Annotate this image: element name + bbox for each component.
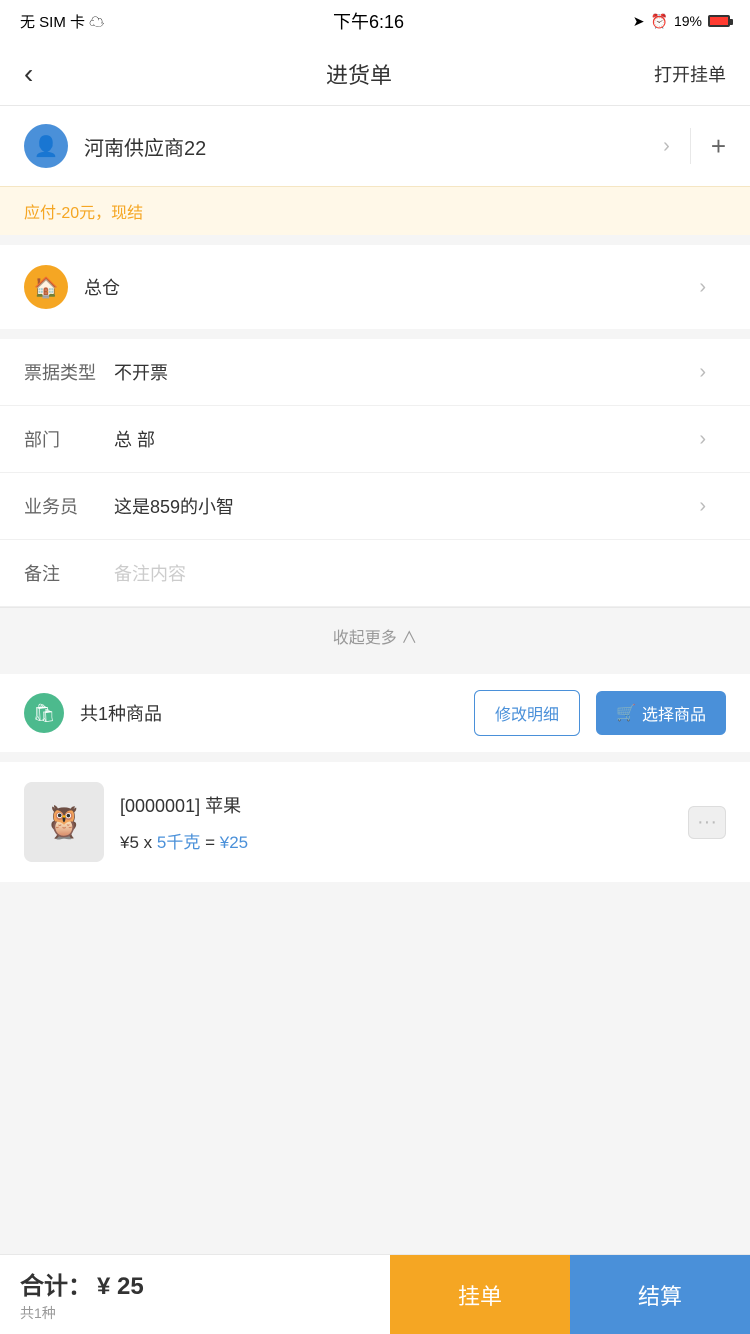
battery-icon (708, 15, 730, 27)
nav-bar: ‹ 进货单 打开挂单 (0, 42, 750, 106)
product-equals: = (205, 833, 220, 852)
status-right: ➤ ⏰ 19% (633, 13, 730, 30)
product-thumbnail: 🦉 (24, 782, 104, 862)
warehouse-name: 总仓 (84, 274, 699, 300)
bottom-spacer (0, 892, 750, 982)
warehouse-section: 🏠 总仓 › (0, 245, 750, 329)
edit-details-button[interactable]: 修改明细 (474, 690, 580, 736)
supplier-divider (690, 128, 691, 164)
salesperson-chevron-icon: › (699, 495, 706, 518)
sim-status: 无 SIM 卡 ☁ (20, 11, 104, 32)
warehouse-icon: 🏠 (24, 265, 68, 309)
add-icon[interactable]: + (711, 131, 726, 162)
battery-label: 19% (674, 13, 702, 29)
product-quantity: 5千克 (157, 833, 200, 852)
product-info: [0000001] 苹果 ¥5 x 5千克 = ¥25 (120, 792, 672, 853)
product-price: ¥5 x 5千克 = ¥25 (120, 828, 672, 853)
department-value: 总 部 (114, 426, 699, 452)
department-label: 部门 (24, 426, 114, 452)
warehouse-chevron-icon: › (699, 276, 706, 299)
supplier-section: 👤 河南供应商22 › + 应付-20元，现结 (0, 106, 750, 235)
product-multiply: x (144, 833, 157, 852)
supplier-avatar: 👤 (24, 124, 68, 168)
supplier-row[interactable]: 👤 河南供应商22 › + (0, 106, 750, 186)
product-total: ¥25 (220, 833, 248, 852)
total-main: 合计： ¥ 25 (20, 1266, 370, 1301)
ticket-type-label: 票据类型 (24, 359, 114, 385)
house-icon: 🏠 (34, 275, 59, 300)
department-chevron-icon: › (699, 428, 706, 451)
select-product-button[interactable]: 🛒 选择商品 (596, 691, 726, 735)
location-icon: ➤ (633, 13, 645, 30)
supplier-name: 河南供应商22 (84, 132, 663, 161)
remark-value[interactable]: 备注内容 (114, 560, 726, 586)
back-button[interactable]: ‹ (24, 58, 64, 90)
bag-icon: 🛍 (33, 703, 56, 724)
products-section: 🛍 共1种商品 修改明细 🛒 选择商品 (0, 674, 750, 752)
ticket-type-row[interactable]: 票据类型 不开票 › (0, 339, 750, 406)
warning-banner: 应付-20元，现结 (0, 186, 750, 235)
product-more-button[interactable]: ··· (688, 806, 726, 839)
salesperson-value: 这是859的小智 (114, 493, 699, 519)
total-label: 合计： (20, 1273, 92, 1300)
open-pending-button[interactable]: 打开挂单 (654, 61, 726, 87)
ticket-type-value: 不开票 (114, 359, 699, 385)
collapse-row[interactable]: 收起更多 ∧ (0, 607, 750, 664)
salesperson-label: 业务员 (24, 493, 114, 519)
products-header: 🛍 共1种商品 修改明细 🛒 选择商品 (0, 674, 750, 752)
department-row[interactable]: 部门 总 部 › (0, 406, 750, 473)
settle-button[interactable]: 结算 (570, 1255, 750, 1334)
product-thumb-icon: 🦉 (44, 803, 84, 841)
bottom-bar: 合计： ¥ 25 共1种 挂单 结算 (0, 1254, 750, 1334)
bottom-total: 合计： ¥ 25 共1种 (0, 1255, 390, 1334)
page-title: 进货单 (326, 58, 392, 90)
product-title: 苹果 (205, 796, 241, 816)
select-product-label: 选择商品 (642, 701, 706, 725)
product-name: [0000001] 苹果 (120, 792, 672, 818)
warehouse-row[interactable]: 🏠 总仓 › (0, 245, 750, 329)
products-icon: 🛍 (24, 693, 64, 733)
pending-button[interactable]: 挂单 (390, 1255, 570, 1334)
ticket-type-chevron-icon: › (699, 361, 706, 384)
product-unit-price: ¥5 (120, 833, 139, 852)
status-bar: 无 SIM 卡 ☁ 下午6:16 ➤ ⏰ 19% (0, 0, 750, 42)
products-count: 共1种商品 (80, 700, 458, 726)
cart-icon: 🛒 (616, 703, 636, 723)
product-code: [0000001] (120, 796, 200, 816)
product-item: 🦉 [0000001] 苹果 ¥5 x 5千克 = ¥25 ··· (0, 762, 750, 882)
total-amount: ¥ 25 (97, 1273, 144, 1300)
avatar-icon: 👤 (34, 134, 59, 159)
remark-label: 备注 (24, 560, 114, 586)
alarm-icon: ⏰ (651, 13, 668, 30)
salesperson-row[interactable]: 业务员 这是859的小智 › (0, 473, 750, 540)
total-sub: 共1种 (20, 1303, 370, 1323)
status-time: 下午6:16 (333, 8, 404, 34)
form-section: 票据类型 不开票 › 部门 总 部 › 业务员 这是859的小智 › 备注 备注… (0, 339, 750, 664)
status-left: 无 SIM 卡 ☁ (20, 11, 104, 32)
remark-row[interactable]: 备注 备注内容 (0, 540, 750, 607)
supplier-chevron-icon: › (663, 135, 670, 158)
